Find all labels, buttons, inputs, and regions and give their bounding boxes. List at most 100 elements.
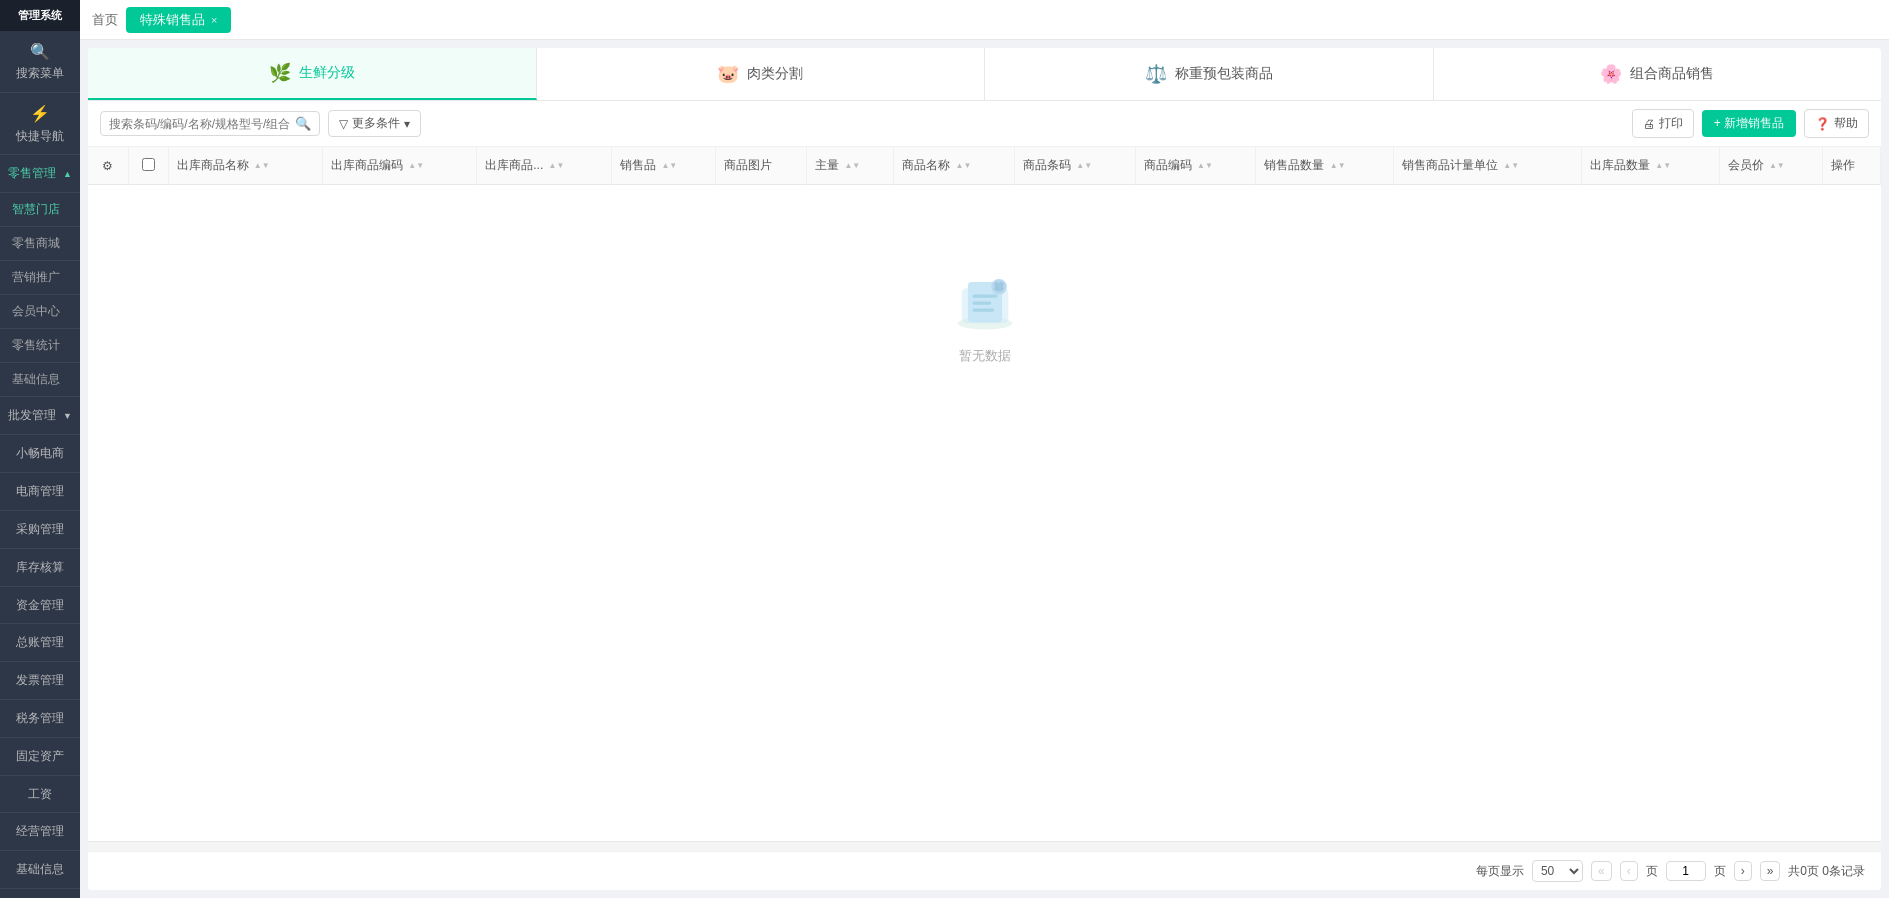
th-product-img[interactable]: 商品图片 [715, 147, 806, 185]
tab-combo-sales[interactable]: 🌸 组合商品销售 [1434, 48, 1882, 100]
help-label: 帮助 [1834, 115, 1858, 132]
help-button[interactable]: ❓ 帮助 [1804, 109, 1869, 138]
search-icon: 🔍 [30, 41, 50, 63]
tab-label: 特殊销售品 [140, 11, 205, 29]
sidebar-item-retail-stats[interactable]: 零售统计 [0, 329, 80, 363]
sidebar-item-label: 总账管理 [16, 634, 64, 651]
home-link[interactable]: 首页 [92, 11, 118, 29]
th-out-name[interactable]: 出库商品名称 ▲▼ [168, 147, 322, 185]
sidebar-item-fixed-assets[interactable]: 固定资产 [0, 738, 80, 776]
sort-icon: ▲▼ [408, 162, 424, 170]
sidebar-item-sys-mgmt[interactable]: 系统管理 [0, 889, 80, 898]
sidebar-item-labor[interactable]: 工资 [0, 776, 80, 814]
select-all-checkbox[interactable] [142, 158, 155, 171]
bottom-scroll[interactable] [88, 841, 1881, 851]
th-main-qty[interactable]: 主量 ▲▼ [807, 147, 894, 185]
th-checkbox[interactable] [128, 147, 168, 185]
prev-page-button[interactable]: ‹ [1620, 861, 1638, 881]
table-header-row: ⚙ 出库商品名称 ▲▼ 出库商品编码 ▲▼ [88, 147, 1881, 185]
th-sale-qty[interactable]: 销售品数量 ▲▼ [1256, 147, 1394, 185]
th-out-qty[interactable]: 出库品数量 ▲▼ [1581, 147, 1719, 185]
sidebar-item-quick-nav[interactable]: ⚡ 快捷导航 [0, 93, 80, 155]
page-unit: 页 [1714, 863, 1726, 880]
sidebar-item-purchase-mgmt[interactable]: 采购管理 [0, 511, 80, 549]
sidebar-item-label: 基础信息 [12, 372, 60, 386]
tab-label: 称重预包装商品 [1175, 65, 1273, 83]
sidebar-item-label: 基础信息 [16, 861, 64, 878]
th-barcode[interactable]: 商品条码 ▲▼ [1014, 147, 1135, 185]
print-button[interactable]: 🖨 打印 [1632, 109, 1694, 138]
print-icon: 🖨 [1643, 117, 1655, 131]
empty-text: 暂无数据 [959, 347, 1011, 365]
sidebar-item-retail-mall[interactable]: 零售商城 [0, 227, 80, 261]
sidebar-item-tax-mgmt[interactable]: 税务管理 [0, 700, 80, 738]
th-sale-item[interactable]: 销售品 ▲▼ [612, 147, 716, 185]
settings-icon: ⚙ [102, 159, 113, 173]
search-box[interactable]: 🔍 [100, 111, 320, 136]
sidebar-logo: 管理系统 [0, 0, 80, 31]
tab-fresh-grade[interactable]: 🌿 生鲜分级 [88, 48, 537, 100]
sidebar-item-label: 工资 [28, 786, 52, 803]
topbar: 首页 特殊销售品 × [80, 0, 1889, 40]
lightning-icon: ⚡ [30, 103, 50, 125]
sidebar-item-label: 搜索菜单 [16, 65, 64, 82]
sidebar-item-search[interactable]: 🔍 搜索菜单 [0, 31, 80, 93]
sidebar-item-ledger-mgmt[interactable]: 总账管理 [0, 624, 80, 662]
svg-rect-3 [972, 295, 997, 298]
sidebar-item-label: 批发管理 [8, 407, 56, 424]
th-out-spec[interactable]: 出库商品... ▲▼ [477, 147, 612, 185]
sidebar-item-label: 营销推广 [12, 270, 60, 284]
sort-icon: ▲▼ [1655, 162, 1671, 170]
svg-point-9 [994, 285, 1003, 291]
sidebar-item-label: 发票管理 [16, 672, 64, 689]
sidebar-item-invoice-mgmt[interactable]: 发票管理 [0, 662, 80, 700]
add-button[interactable]: + 新增销售品 [1702, 110, 1796, 137]
first-page-button[interactable]: « [1591, 861, 1612, 881]
sidebar-item-ecom-mgmt[interactable]: 电商管理 [0, 473, 80, 511]
sidebar-item-retail-mgmt[interactable]: 零售管理 ▲ [0, 155, 80, 193]
sort-icon: ▲▼ [1197, 162, 1213, 170]
close-tab-icon[interactable]: × [211, 14, 217, 26]
sidebar-item-basic-info2[interactable]: 基础信息 [0, 851, 80, 889]
page-size-select[interactable]: 50 10 20 100 [1532, 860, 1583, 882]
sidebar-item-member-center[interactable]: 会员中心 [0, 295, 80, 329]
total-info: 共0页 0条记录 [1788, 863, 1865, 880]
filter-arrow-icon: ▾ [404, 117, 410, 131]
sidebar-item-smart-store[interactable]: 智慧门店 [0, 193, 80, 227]
special-sales-tab[interactable]: 特殊销售品 × [126, 7, 231, 33]
sort-icon: ▲▼ [956, 162, 972, 170]
last-page-button[interactable]: » [1760, 861, 1781, 881]
sidebar-item-basic-info[interactable]: 基础信息 [0, 363, 80, 397]
tab-meat-cut[interactable]: 🐷 肉类分割 [537, 48, 986, 100]
th-product-code[interactable]: 商品编码 ▲▼ [1135, 147, 1256, 185]
pagination: 每页显示 50 10 20 100 « ‹ 页 页 › » 共0页 0条记录 [88, 851, 1881, 890]
sidebar-item-capital-mgmt[interactable]: 资金管理 [0, 587, 80, 625]
filter-button[interactable]: ▽ 更多条件 ▾ [328, 110, 421, 137]
pig-icon: 🐷 [717, 63, 739, 85]
table-container[interactable]: ⚙ 出库商品名称 ▲▼ 出库商品编码 ▲▼ [88, 147, 1881, 841]
sidebar-item-label: 小畅电商 [16, 445, 64, 462]
th-out-code[interactable]: 出库商品编码 ▲▼ [322, 147, 476, 185]
sidebar-item-label: 零售商城 [12, 236, 60, 250]
th-settings[interactable]: ⚙ [88, 147, 128, 185]
th-member-price[interactable]: 会员价 ▲▼ [1719, 147, 1823, 185]
chevron-up-icon: ▲ [63, 169, 72, 179]
next-page-button[interactable]: › [1734, 861, 1752, 881]
sidebar-item-ops-mgmt[interactable]: 经营管理 [0, 813, 80, 851]
tab-weigh-pack[interactable]: ⚖️ 称重预包装商品 [985, 48, 1434, 100]
sidebar-item-label: 库存核算 [16, 559, 64, 576]
sidebar-item-mini-ecom[interactable]: 小畅电商 [0, 435, 80, 473]
sidebar-item-sales-promo[interactable]: 营销推广 [0, 261, 80, 295]
sidebar-item-label: 经营管理 [16, 823, 64, 840]
sidebar-item-inventory[interactable]: 库存核算 [0, 549, 80, 587]
page-number-input[interactable] [1666, 861, 1706, 881]
sidebar-item-label: 智慧门店 [12, 202, 60, 216]
search-input[interactable] [109, 117, 295, 131]
sort-icon: ▲▼ [1503, 162, 1519, 170]
help-icon: ❓ [1815, 117, 1830, 131]
filter-icon: ▽ [339, 117, 348, 131]
category-tabs: 🌿 生鲜分级 🐷 肉类分割 ⚖️ 称重预包装商品 🌸 组合商品销售 [88, 48, 1881, 101]
th-product-name[interactable]: 商品名称 ▲▼ [894, 147, 1015, 185]
sidebar-item-batch-mgmt[interactable]: 批发管理 ▼ [0, 397, 80, 435]
th-sale-unit[interactable]: 销售商品计量单位 ▲▼ [1393, 147, 1581, 185]
